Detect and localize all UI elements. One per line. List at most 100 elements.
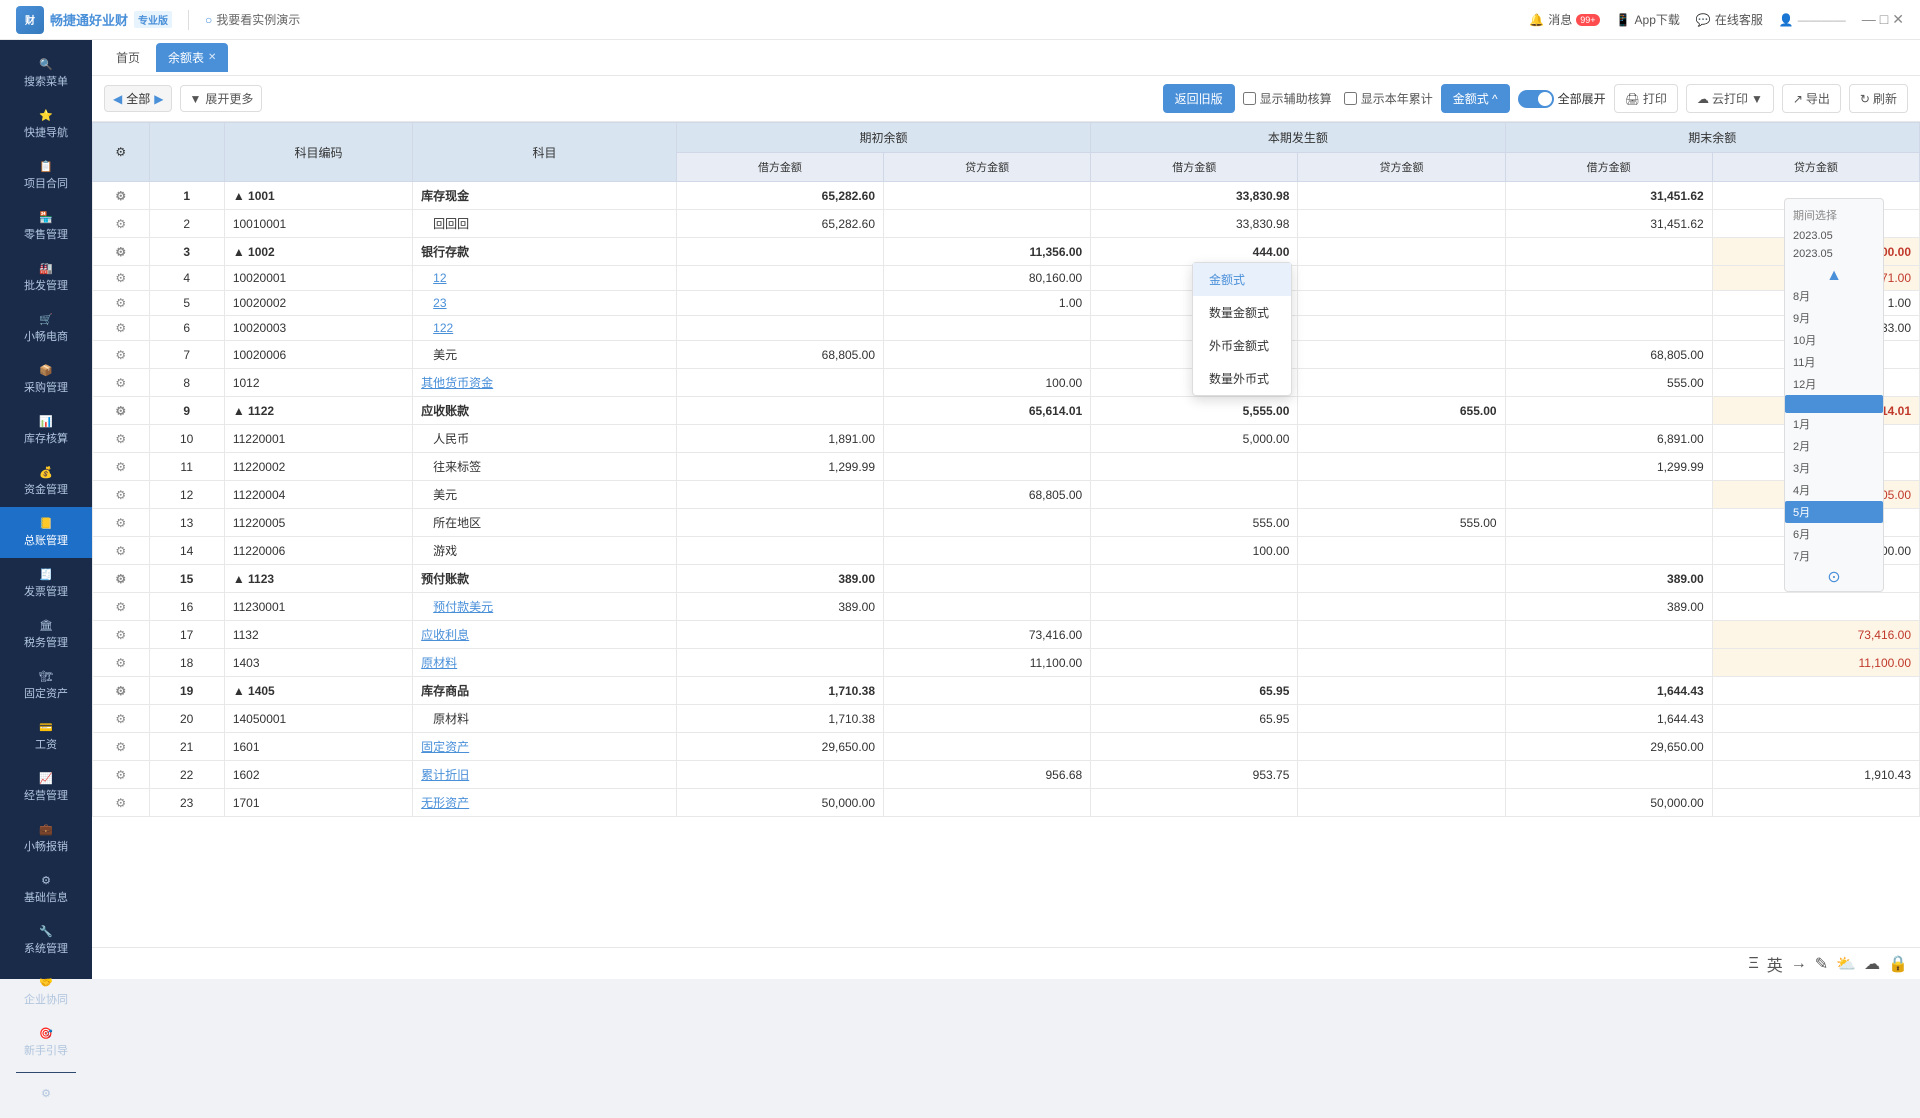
sidebar-item-wholesale[interactable]: 🏭 批发管理	[0, 252, 92, 303]
sidebar-item-operations[interactable]: 📈 经营管理	[0, 762, 92, 813]
export-button[interactable]: ↗ 导出	[1782, 84, 1841, 113]
sidebar-item-fixed-assets[interactable]: 🏗 固定资产	[0, 660, 92, 711]
table-container[interactable]: ⚙ 科目编码 科目 期初余额 本期发生额 期末余额 借方金额 贷方金额 借方金额	[92, 122, 1920, 947]
checkbox-annual-input[interactable]	[1344, 92, 1357, 105]
period-item-mar[interactable]: 3月	[1785, 457, 1883, 479]
period-item-feb[interactable]: 2月	[1785, 435, 1883, 457]
sidebar-item-system[interactable]: 🔧 系统管理	[0, 915, 92, 966]
cell-settings[interactable]: ⚙	[93, 789, 150, 817]
sidebar-item-collab[interactable]: 🤝 企业协同	[0, 966, 92, 1017]
cell-settings[interactable]: ⚙	[93, 705, 150, 733]
sidebar-item-nav[interactable]: ⭐ 快捷导航	[0, 99, 92, 150]
dropdown-item-qty-amount[interactable]: 数量金额式	[1193, 296, 1291, 329]
cell-settings[interactable]: ⚙	[93, 677, 150, 705]
sidebar-item-invoice[interactable]: 🧾 发票管理	[0, 558, 92, 609]
bottom-icon-3[interactable]: →	[1791, 955, 1807, 973]
dropdown-item-foreign-amount[interactable]: 外币金额式	[1193, 329, 1291, 362]
cell-settings[interactable]: ⚙	[93, 291, 150, 316]
bottom-icon-cloud1[interactable]: ⛅	[1836, 954, 1856, 974]
refresh-button[interactable]: ↻ 刷新	[1849, 84, 1908, 113]
cell-settings[interactable]: ⚙	[93, 341, 150, 369]
return-button[interactable]: 返回旧版	[1163, 84, 1235, 113]
sidebar-item-search[interactable]: 🔍 搜索菜单	[0, 48, 92, 99]
cell-subject[interactable]: 原材料	[413, 649, 677, 677]
sidebar-item-ledger[interactable]: 📒 总账管理	[0, 507, 92, 558]
cell-settings[interactable]: ⚙	[93, 509, 150, 537]
sidebar-item-retail[interactable]: 🏪 零售管理	[0, 201, 92, 252]
period-item-jan[interactable]: 1月	[1785, 413, 1883, 435]
sidebar-settings[interactable]: ⚙	[16, 1077, 76, 1110]
amount-style-button[interactable]: 金额式 ^	[1441, 84, 1510, 113]
tab-balance[interactable]: 余额表 ✕	[156, 43, 228, 72]
cell-subject[interactable]: 无形资产	[413, 789, 677, 817]
period-item-2023-05a[interactable]: 2023.05	[1785, 227, 1883, 245]
period-up-icon[interactable]: ▲	[1826, 267, 1842, 285]
bottom-icon-1[interactable]: Ξ	[1748, 955, 1758, 973]
sidebar-item-ecommerce[interactable]: 🛒 小畅电商	[0, 303, 92, 354]
sidebar-item-purchase[interactable]: 📦 采购管理	[0, 354, 92, 405]
sidebar-item-expense[interactable]: 💼 小畅报销	[0, 813, 92, 864]
cell-subject[interactable]: 其他货币资金	[413, 369, 677, 397]
cell-settings[interactable]: ⚙	[93, 621, 150, 649]
expand-button[interactable]: ▼ 展开更多	[180, 85, 262, 112]
cell-subject[interactable]: 应收利息	[413, 621, 677, 649]
cell-subject[interactable]: 122	[413, 316, 677, 341]
cell-settings[interactable]: ⚙	[93, 649, 150, 677]
period-item-sep[interactable]: 9月	[1785, 307, 1883, 329]
user-item[interactable]: 👤 ————	[1779, 13, 1846, 27]
cell-settings[interactable]: ⚙	[93, 397, 150, 425]
expand-all-toggle[interactable]: 全部展开	[1518, 90, 1606, 108]
checkbox-aux[interactable]: 显示辅助核算	[1243, 90, 1332, 107]
sidebar-item-capital[interactable]: 💰 资金管理	[0, 456, 92, 507]
toggle-switch[interactable]	[1518, 90, 1554, 108]
period-item-oct[interactable]: 10月	[1785, 329, 1883, 351]
close-button[interactable]: ✕	[1892, 11, 1904, 28]
cell-settings[interactable]: ⚙	[93, 316, 150, 341]
cell-subject[interactable]: 累计折旧	[413, 761, 677, 789]
cell-settings[interactable]: ⚙	[93, 369, 150, 397]
dropdown-item-qty-foreign[interactable]: 数量外币式	[1193, 362, 1291, 395]
cell-settings[interactable]: ⚙	[93, 182, 150, 210]
dropdown-item-amount[interactable]: 金额式	[1193, 263, 1291, 296]
notification-item[interactable]: 🔔 消息 99+	[1529, 11, 1599, 28]
cloud-print-button[interactable]: ☁ 云打印 ▼	[1686, 84, 1774, 113]
tab-home[interactable]: 首页	[104, 41, 152, 74]
period-down-icon[interactable]: ⊙	[1827, 567, 1840, 587]
cell-settings[interactable]: ⚙	[93, 593, 150, 621]
cell-settings[interactable]: ⚙	[93, 238, 150, 266]
download-item[interactable]: 📱 App下载	[1616, 11, 1680, 28]
bottom-icon-cloud2[interactable]: ☁	[1864, 954, 1880, 974]
period-item-2023[interactable]: 2023	[1785, 395, 1883, 413]
bottom-icon-lang[interactable]: 英	[1767, 952, 1783, 976]
cell-settings[interactable]: ⚙	[93, 210, 150, 238]
header-settings[interactable]: ⚙	[93, 123, 150, 182]
cell-settings[interactable]: ⚙	[93, 565, 150, 593]
checkbox-annual[interactable]: 显示本年累计	[1344, 90, 1433, 107]
period-item-aug[interactable]: 8月	[1785, 285, 1883, 307]
period-item-jun[interactable]: 6月	[1785, 523, 1883, 545]
sidebar-item-guide[interactable]: 🎯 新手引导	[0, 1017, 92, 1068]
cell-settings[interactable]: ⚙	[93, 761, 150, 789]
bottom-icon-edit[interactable]: ✎	[1815, 954, 1828, 974]
cell-settings[interactable]: ⚙	[93, 266, 150, 291]
maximize-button[interactable]: □	[1880, 11, 1888, 28]
cell-settings[interactable]: ⚙	[93, 733, 150, 761]
sidebar-item-project[interactable]: 📋 项目合同	[0, 150, 92, 201]
sidebar-item-tax[interactable]: 🏛 税务管理	[0, 609, 92, 660]
demo-link[interactable]: ○ 我要看实例演示	[205, 11, 300, 28]
tab-close-icon[interactable]: ✕	[208, 52, 216, 63]
service-item[interactable]: 💬 在线客服	[1696, 11, 1763, 28]
cell-subject[interactable]: 23	[413, 291, 677, 316]
search-box[interactable]: ◀ 全部 ▶	[104, 85, 172, 112]
period-item-apr[interactable]: 4月	[1785, 479, 1883, 501]
bottom-icon-lock[interactable]: 🔒	[1888, 954, 1908, 974]
sidebar-item-inventory[interactable]: 📊 库存核算	[0, 405, 92, 456]
period-item-2023-05b[interactable]: 2023.05	[1785, 245, 1883, 263]
cell-settings[interactable]: ⚙	[93, 537, 150, 565]
period-item-jul[interactable]: 7月	[1785, 545, 1883, 567]
cell-settings[interactable]: ⚙	[93, 425, 150, 453]
period-item-nov[interactable]: 11月	[1785, 351, 1883, 373]
period-item-may[interactable]: 5月	[1785, 501, 1883, 523]
cell-subject[interactable]: 12	[413, 266, 677, 291]
print-button[interactable]: 🖨 打印	[1614, 84, 1678, 113]
